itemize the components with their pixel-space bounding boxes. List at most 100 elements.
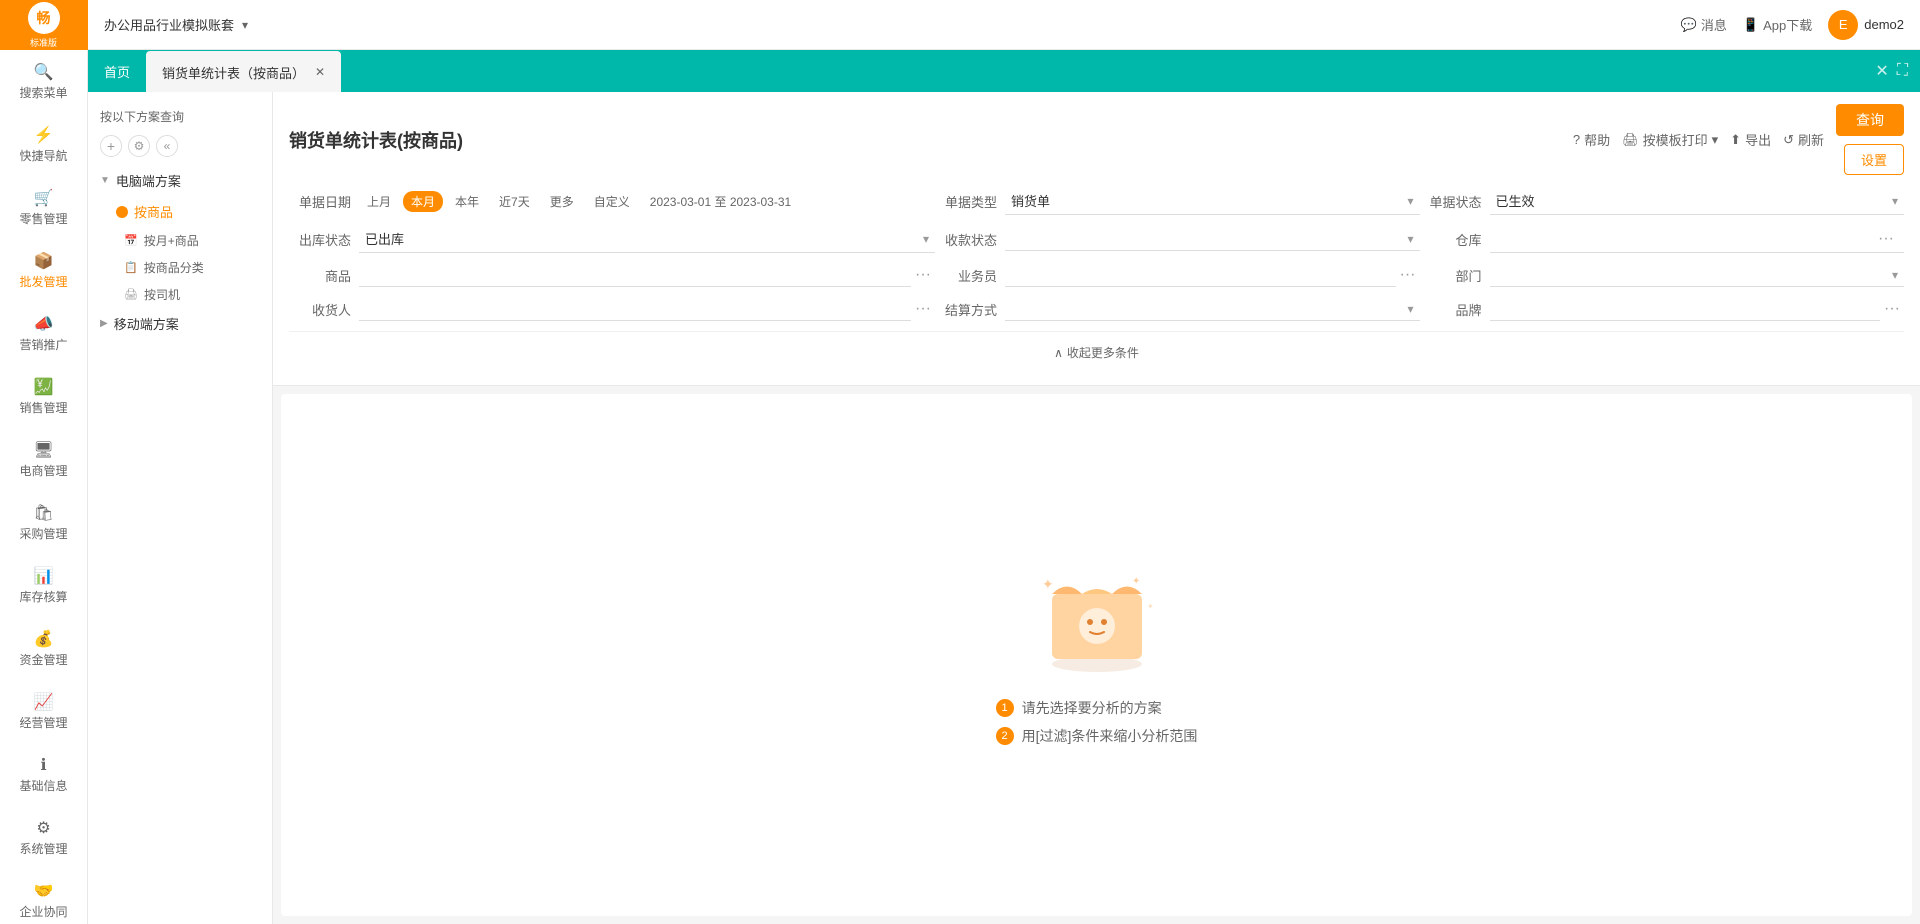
query-btn-group: 查询 设置: [1836, 104, 1904, 175]
date-tab-more[interactable]: 更多: [542, 191, 582, 212]
sidebar-item-operations[interactable]: 📈 经营管理: [0, 680, 87, 743]
sidebar-item-inventory[interactable]: 📊 库存核算: [0, 554, 87, 617]
empty-text: 1 请先选择要分析的方案 2 用[过滤]条件来缩小分析范围: [996, 698, 1198, 746]
sidebar-item-search[interactable]: 🔍 搜索菜单: [0, 50, 87, 113]
message-button[interactable]: 💬 消息: [1681, 15, 1727, 34]
query-button[interactable]: 查询: [1836, 104, 1904, 136]
sidebar-item-wholesale[interactable]: 📦 批发管理: [0, 239, 87, 302]
sidebar-item-ecommerce[interactable]: 🖥 电商管理: [0, 428, 87, 491]
date-tab-last-month[interactable]: 上月: [359, 191, 399, 212]
receiver-input[interactable]: [359, 297, 911, 321]
date-tab-this-month[interactable]: 本月: [403, 191, 443, 212]
date-tab-7days[interactable]: 近7天: [491, 191, 538, 212]
print-button[interactable]: 🖨 按模板打印 ▾: [1622, 130, 1718, 149]
logo-icon: 畅: [28, 2, 60, 34]
refresh-button[interactable]: ↺ 刷新: [1783, 130, 1824, 149]
collapse-icon: ∧: [1054, 346, 1063, 360]
scheme-item-by-goods[interactable]: 按商品: [88, 196, 272, 227]
export-icon: ⬆: [1730, 132, 1741, 148]
date-tabs: 上月 本月 本年 近7天 更多 自定义: [359, 191, 638, 212]
svg-text:✦: ✦: [1042, 576, 1054, 592]
wholesale-icon: 📦: [0, 251, 87, 271]
collapse-panel-button[interactable]: «: [156, 135, 178, 157]
date-tab-this-year[interactable]: 本年: [447, 191, 487, 212]
scheme-item-by-driver[interactable]: 🖨 按司机: [88, 281, 272, 308]
payment-method-select[interactable]: ▾: [1005, 297, 1420, 321]
filter-goods: 商品 ···: [289, 263, 935, 287]
brand-input[interactable]: [1490, 297, 1881, 321]
filter-title-row: 销货单统计表(按商品) ? 帮助 🖨 按模板打印 ▾ ⬆: [289, 104, 1904, 175]
salesperson-more-icon[interactable]: ···: [1396, 266, 1420, 284]
filter-out-status: 出库状态 已出库 ▾: [289, 225, 935, 253]
topbar-title: 办公用品行业模拟账套: [104, 15, 234, 34]
retail-icon: 🛒: [0, 188, 87, 208]
export-button[interactable]: ⬆ 导出: [1730, 130, 1771, 149]
filter-department: 部门 ▾: [1420, 263, 1905, 287]
help-button[interactable]: ? 帮助: [1573, 130, 1610, 149]
scheme-sub-item-label-2: 按商品分类: [144, 259, 204, 276]
scheme-group-desktop-header[interactable]: ▼ 电脑端方案: [88, 165, 272, 196]
app-download-button[interactable]: 📱 App下载: [1743, 15, 1812, 34]
app-icon: 📱: [1743, 17, 1759, 33]
filter-payment-method: 结算方式 ▾: [935, 297, 1420, 321]
warehouse-more-icon[interactable]: ···: [1874, 230, 1898, 248]
tab-expand-action[interactable]: ⛶: [1897, 62, 1908, 80]
settings-scheme-button[interactable]: ⚙: [128, 135, 150, 157]
tab-sales-stat[interactable]: 销货单统计表（按商品） ✕: [146, 51, 341, 93]
settings-button[interactable]: 设置: [1844, 144, 1904, 175]
doc-status-label: 单据状态: [1420, 192, 1490, 211]
goods-input[interactable]: [359, 263, 911, 287]
sidebar-item-finance[interactable]: 💰 资金管理: [0, 617, 87, 680]
out-status-select[interactable]: 已出库 ▾: [359, 225, 935, 253]
sidebar-item-system[interactable]: ⚙ 系统管理: [0, 806, 87, 869]
tab-close-icon[interactable]: ✕: [315, 65, 325, 79]
sidebar-item-purchase[interactable]: 🛍 采购管理: [0, 491, 87, 554]
receiver-more-icon[interactable]: ···: [911, 300, 935, 318]
date-tab-custom[interactable]: 自定义: [586, 191, 638, 212]
salesperson-input[interactable]: [1005, 263, 1396, 287]
filter-brand: 品牌 ···: [1420, 297, 1905, 321]
brand-more-icon[interactable]: ···: [1880, 300, 1904, 318]
ecommerce-icon: 🖥: [0, 440, 87, 460]
left-panel-title: 按以下方案查询: [100, 108, 184, 125]
sidebar-item-retail[interactable]: 🛒 零售管理: [0, 176, 87, 239]
tab-close-action[interactable]: ✕: [1875, 61, 1888, 81]
empty-step-2-label: 用[过滤]条件来缩小分析范围: [1022, 726, 1198, 746]
empty-area: ✦ ✦ ✦ 1 请先选择要分析的方案 2 用[过滤]条件来缩小分析范围: [281, 394, 1912, 916]
sub-item-icon-category: 📋: [124, 261, 138, 274]
filter-receiver: 收货人 ···: [289, 297, 935, 321]
empty-illustration: ✦ ✦ ✦: [1032, 564, 1162, 674]
payment-method-label: 结算方式: [935, 300, 1005, 319]
sidebar-item-quick-nav[interactable]: ⚡ 快捷导航: [0, 113, 87, 176]
scheme-sub-item-label: 按月+商品: [144, 232, 199, 249]
add-scheme-button[interactable]: +: [100, 135, 122, 157]
department-select[interactable]: ▾: [1490, 263, 1905, 287]
system-icon: ⚙: [0, 818, 87, 838]
active-dot-icon: [116, 206, 128, 218]
print-icon: 🖨: [1622, 132, 1639, 148]
user-area[interactable]: E demo2: [1828, 10, 1904, 40]
topbar-dropdown[interactable]: ▾: [242, 18, 248, 32]
warehouse-select[interactable]: ···: [1490, 226, 1905, 253]
goods-more-icon[interactable]: ···: [911, 266, 935, 284]
tab-home[interactable]: 首页: [88, 50, 146, 92]
finance-icon: 💰: [0, 629, 87, 649]
goods-label: 商品: [289, 266, 359, 285]
scheme-item-by-month-goods[interactable]: 📅 按月+商品: [88, 227, 272, 254]
topbar-right: 💬 消息 📱 App下载 E demo2: [1681, 10, 1904, 40]
filter-doc-status: 单据状态 已生效 ▾: [1420, 187, 1905, 215]
doc-type-select[interactable]: 销货单 ▾: [1005, 187, 1420, 215]
brand-label: 品牌: [1420, 300, 1490, 319]
receipt-status-select[interactable]: ▾: [1005, 228, 1420, 251]
filter-receipt-status: 收款状态 ▾: [935, 228, 1420, 251]
sidebar-item-sales[interactable]: 💹 销售管理: [0, 365, 87, 428]
scheme-item-label: 按商品: [134, 202, 173, 221]
sidebar-item-enterprise[interactable]: 🤝 企业协同: [0, 869, 87, 924]
scheme-group-mobile-header[interactable]: ▶ 移动端方案: [88, 308, 272, 339]
sidebar-item-marketing[interactable]: 📣 营销推广: [0, 302, 87, 365]
doc-status-select[interactable]: 已生效 ▾: [1490, 187, 1905, 215]
scheme-item-by-category[interactable]: 📋 按商品分类: [88, 254, 272, 281]
sidebar-item-base[interactable]: ℹ 基础信息: [0, 743, 87, 806]
sub-item-icon-month: 📅: [124, 234, 138, 247]
collapse-button[interactable]: ∧ 收起更多条件: [289, 338, 1904, 367]
